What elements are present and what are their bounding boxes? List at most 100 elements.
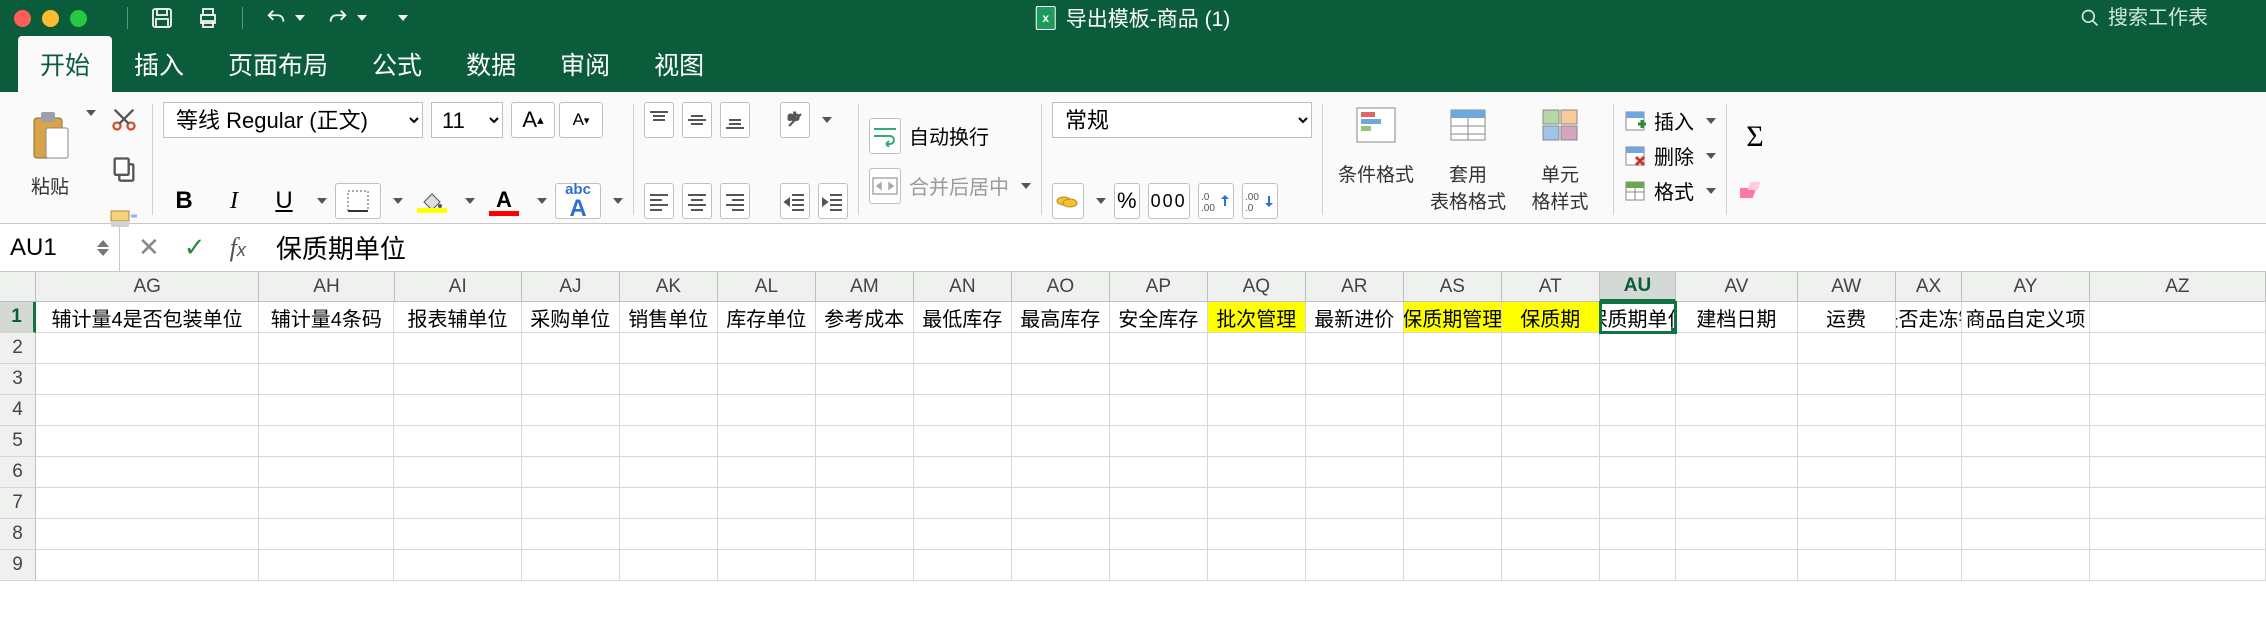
cell[interactable] bbox=[2090, 395, 2266, 426]
cell[interactable] bbox=[816, 395, 914, 426]
cell[interactable] bbox=[1676, 488, 1797, 519]
cell[interactable] bbox=[1676, 395, 1797, 426]
cell[interactable] bbox=[1798, 457, 1896, 488]
cell[interactable] bbox=[620, 488, 718, 519]
cell[interactable]: 保质期管理 bbox=[1404, 302, 1502, 333]
cell[interactable]: 保质期单位 bbox=[1600, 302, 1676, 333]
format-as-table-button[interactable]: 套用 表格格式 bbox=[1425, 102, 1511, 214]
cell[interactable]: 库存单位 bbox=[718, 302, 816, 333]
decrease-indent-button[interactable] bbox=[780, 183, 810, 219]
column-header[interactable]: AM bbox=[816, 272, 914, 302]
column-header[interactable]: AG bbox=[36, 272, 259, 302]
column-header[interactable]: AU bbox=[1600, 272, 1676, 302]
cell[interactable] bbox=[522, 333, 620, 364]
sheet-search[interactable] bbox=[2080, 7, 2248, 30]
cell[interactable] bbox=[259, 395, 394, 426]
cell[interactable]: 批次管理 bbox=[1208, 302, 1306, 333]
cell[interactable] bbox=[1404, 364, 1502, 395]
cell[interactable]: 辅计量4条码 bbox=[259, 302, 394, 333]
cell[interactable] bbox=[1798, 426, 1896, 457]
cell[interactable]: 参考成本 bbox=[816, 302, 914, 333]
border-dropdown-icon[interactable] bbox=[393, 198, 403, 204]
cell[interactable]: 建档日期 bbox=[1676, 302, 1797, 333]
cell[interactable] bbox=[914, 488, 1012, 519]
cell[interactable] bbox=[914, 550, 1012, 581]
column-header[interactable]: AZ bbox=[2090, 272, 2266, 302]
cell[interactable] bbox=[394, 395, 521, 426]
cell[interactable] bbox=[816, 488, 914, 519]
cell[interactable] bbox=[1012, 457, 1110, 488]
redo-icon[interactable] bbox=[327, 6, 367, 30]
cell[interactable] bbox=[522, 457, 620, 488]
comma-button[interactable]: 000 bbox=[1148, 183, 1190, 219]
cell[interactable] bbox=[2090, 302, 2266, 333]
cell[interactable] bbox=[1404, 333, 1502, 364]
cell[interactable] bbox=[1502, 519, 1600, 550]
italic-button[interactable]: I bbox=[213, 183, 255, 219]
cell[interactable]: 是否走冻链 bbox=[1896, 302, 1963, 333]
column-header[interactable]: AO bbox=[1012, 272, 1110, 302]
cell[interactable] bbox=[1600, 333, 1676, 364]
cell[interactable] bbox=[718, 519, 816, 550]
cell[interactable]: 采购单位 bbox=[522, 302, 620, 333]
save-icon[interactable] bbox=[150, 6, 174, 30]
cut-button[interactable] bbox=[106, 102, 142, 136]
name-box-stepper[interactable] bbox=[97, 240, 109, 256]
cell[interactable] bbox=[620, 395, 718, 426]
copy-button[interactable] bbox=[106, 152, 142, 186]
cell[interactable] bbox=[1600, 395, 1676, 426]
row-header[interactable]: 8 bbox=[0, 519, 36, 550]
cell[interactable] bbox=[2090, 488, 2266, 519]
cell[interactable] bbox=[1306, 457, 1404, 488]
tab-page-layout[interactable]: 页面布局 bbox=[206, 36, 350, 92]
select-all-corner[interactable] bbox=[0, 272, 36, 302]
column-header[interactable]: AW bbox=[1798, 272, 1896, 302]
cell[interactable]: 商品自定义项 bbox=[1962, 302, 2089, 333]
column-header[interactable]: AS bbox=[1404, 272, 1502, 302]
column-header[interactable]: AX bbox=[1896, 272, 1963, 302]
cell[interactable] bbox=[816, 426, 914, 457]
cell[interactable] bbox=[1600, 426, 1676, 457]
cell[interactable] bbox=[1896, 426, 1963, 457]
fill-color-dropdown-icon[interactable] bbox=[465, 198, 475, 204]
paste-dropdown-icon[interactable] bbox=[86, 110, 96, 116]
align-center-button[interactable] bbox=[682, 183, 712, 219]
insert-cells-button[interactable]: 插入 bbox=[1624, 106, 1716, 135]
cell[interactable] bbox=[394, 488, 521, 519]
cell[interactable] bbox=[1208, 333, 1306, 364]
sheet-search-input[interactable] bbox=[2108, 7, 2248, 30]
tab-insert[interactable]: 插入 bbox=[112, 36, 206, 92]
cell[interactable] bbox=[1676, 519, 1797, 550]
cell[interactable] bbox=[914, 333, 1012, 364]
align-bottom-button[interactable] bbox=[720, 102, 750, 138]
font-color-button[interactable]: A bbox=[483, 183, 525, 219]
cell[interactable] bbox=[718, 488, 816, 519]
cell[interactable] bbox=[394, 426, 521, 457]
column-header[interactable]: AQ bbox=[1208, 272, 1306, 302]
cell[interactable] bbox=[1012, 333, 1110, 364]
cell[interactable] bbox=[914, 426, 1012, 457]
close-window-button[interactable] bbox=[14, 10, 31, 27]
column-header[interactable]: AL bbox=[718, 272, 816, 302]
cell[interactable] bbox=[522, 364, 620, 395]
cell[interactable] bbox=[1600, 364, 1676, 395]
cell[interactable]: 安全库存 bbox=[1110, 302, 1208, 333]
cell[interactable] bbox=[1676, 364, 1797, 395]
column-header[interactable]: AJ bbox=[522, 272, 620, 302]
cell-styles-button[interactable]: 单元 格样式 bbox=[1517, 102, 1603, 214]
format-painter-button[interactable] bbox=[106, 202, 142, 236]
cell[interactable] bbox=[1012, 550, 1110, 581]
cell[interactable] bbox=[1676, 426, 1797, 457]
cell[interactable] bbox=[1676, 550, 1797, 581]
cell[interactable] bbox=[1896, 333, 1963, 364]
decrease-decimal-button[interactable]: .00.0 bbox=[1242, 183, 1278, 219]
tab-data[interactable]: 数据 bbox=[444, 36, 538, 92]
cell[interactable] bbox=[1600, 519, 1676, 550]
tab-review[interactable]: 审阅 bbox=[538, 36, 632, 92]
cell[interactable] bbox=[1896, 519, 1963, 550]
cell[interactable] bbox=[1896, 488, 1963, 519]
cell[interactable] bbox=[1208, 488, 1306, 519]
cell[interactable] bbox=[1798, 364, 1896, 395]
row-header[interactable]: 3 bbox=[0, 364, 36, 395]
cell[interactable] bbox=[2090, 550, 2266, 581]
